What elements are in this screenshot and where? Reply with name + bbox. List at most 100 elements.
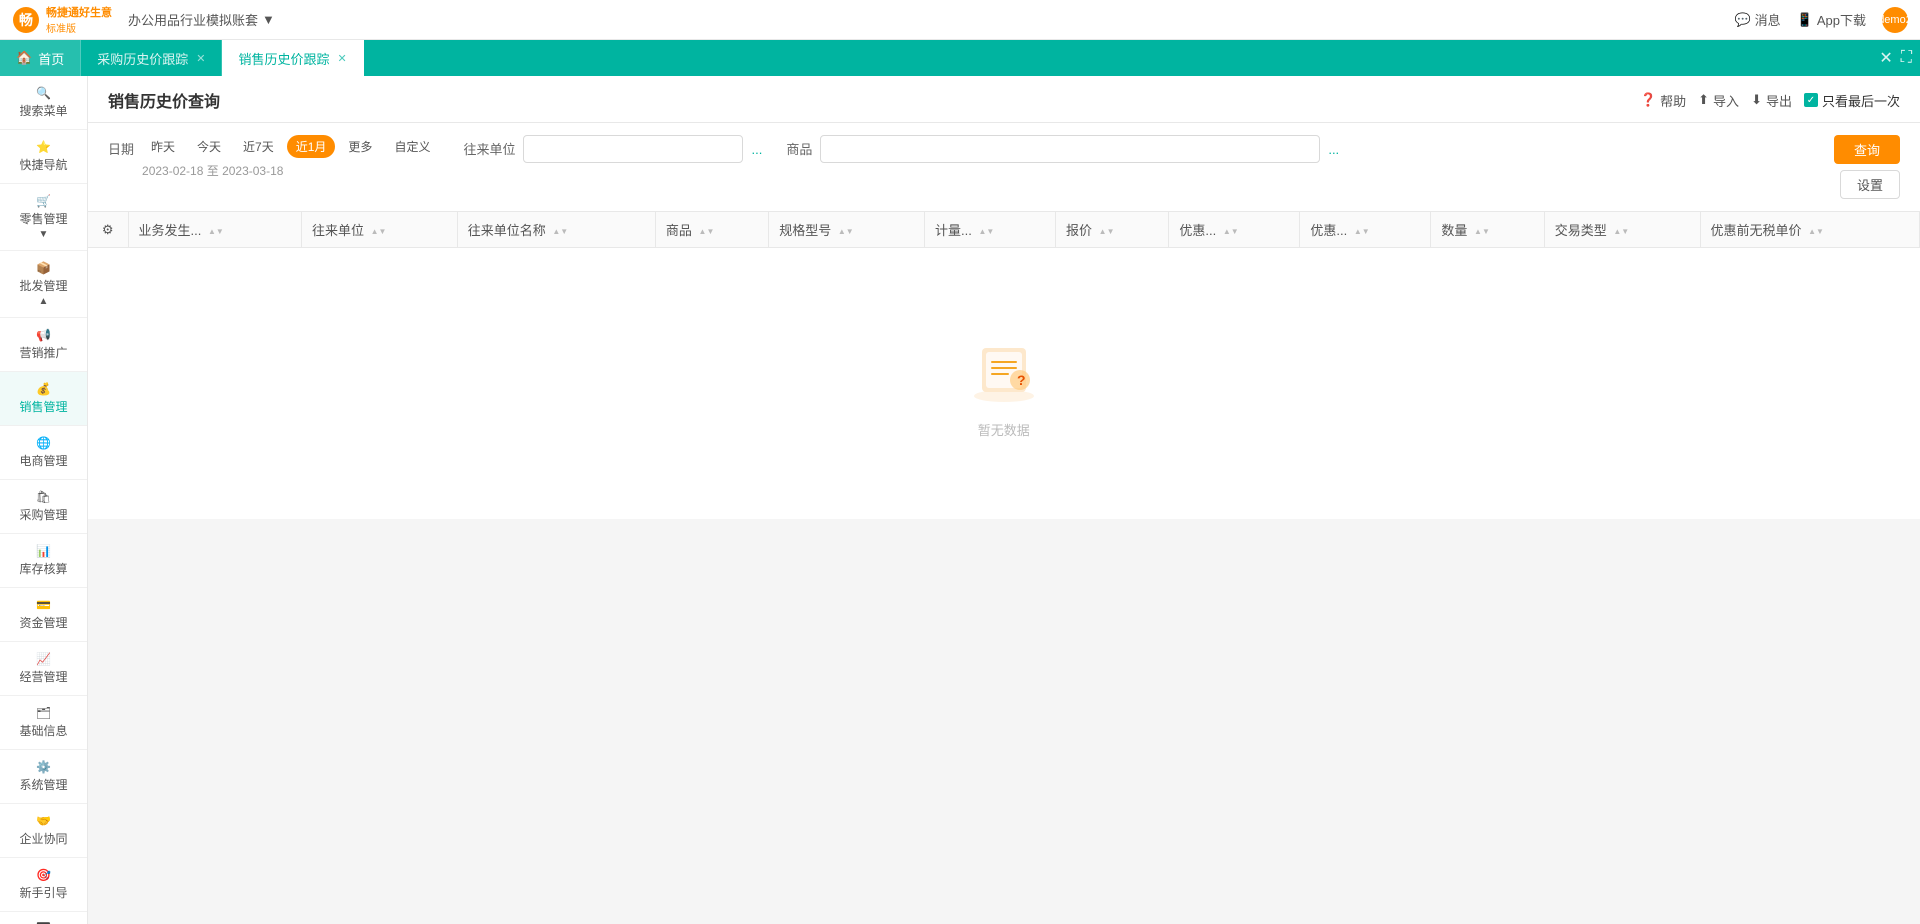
gear-icon[interactable]: ⚙ [102, 222, 114, 237]
sidebar-item-app-center[interactable]: 🔲 应用中心 [0, 912, 87, 924]
app-download-button[interactable]: 📱 App下载 [1797, 10, 1866, 29]
tab-bar-actions: ✕ ⛶ [1879, 48, 1920, 68]
star-icon: ⭐ [36, 140, 51, 154]
sidebar-item-new-guide[interactable]: 🎯 新手引导 [0, 858, 87, 912]
import-button[interactable]: ⬆ 导入 [1698, 91, 1739, 110]
only-last-checkbox[interactable]: ✓ 只看最后一次 [1804, 91, 1900, 110]
tab-home-label: 首页 [38, 49, 64, 68]
empty-state: ? 暂无数据 [88, 248, 1920, 519]
sidebar-item-business-mgmt[interactable]: 📈 经营管理 [0, 642, 87, 696]
col-gear[interactable]: ⚙ [88, 212, 128, 248]
col-discount1[interactable]: 优惠... ▲▼ [1169, 212, 1300, 248]
sidebar-item-sales-mgmt[interactable]: 💰 销售管理 [0, 372, 87, 426]
col-product[interactable]: 商品 ▲▼ [655, 212, 768, 248]
sort-discount1-icon: ▲▼ [1223, 227, 1239, 236]
message-icon: 💬 [1734, 12, 1750, 28]
col-partner-name[interactable]: 往来单位名称 ▲▼ [457, 212, 655, 248]
date-btn-7days[interactable]: 近7天 [234, 135, 283, 158]
org-name: 办公用品行业模拟账套 [128, 10, 258, 29]
purchase-icon: 🛍 [36, 490, 51, 504]
col-spec[interactable]: 规格型号 ▲▼ [769, 212, 925, 248]
partner-ellipsis-button[interactable]: ... [751, 142, 762, 157]
org-selector[interactable]: 办公用品行业模拟账套 ▼ [120, 8, 283, 31]
close-sales-tab-icon[interactable]: ✕ [337, 52, 346, 65]
tab-purchase-history[interactable]: 采购历史价跟踪 ✕ [81, 40, 222, 76]
basic-icon: 🗂 [36, 706, 51, 720]
date-btn-more[interactable]: 更多 [339, 135, 381, 158]
svg-text:?: ? [1017, 372, 1026, 388]
product-filter-label: 商品 [786, 135, 812, 158]
home-icon: 🏠 [16, 50, 32, 66]
chevron-down-icon: ▼ [262, 12, 275, 27]
table-container: ⚙ 业务发生... ▲▼ 往来单位 ▲▼ 往来单位名称 ▲▼ [88, 212, 1920, 519]
main-layout: 🔍 搜索菜单 ⭐ 快捷导航 🛒 零售管理 ▼ 📦 批发管理 ▲ 📢 营销推广 💰… [0, 76, 1920, 924]
product-ellipsis-button[interactable]: ... [1328, 142, 1339, 157]
wholesale-icon: 📦 [36, 261, 51, 275]
sort-unit-icon: ▲▼ [978, 227, 994, 236]
sidebar: 🔍 搜索菜单 ⭐ 快捷导航 🛒 零售管理 ▼ 📦 批发管理 ▲ 📢 营销推广 💰… [0, 76, 88, 924]
tab-bar: 🏠 首页 采购历史价跟踪 ✕ 销售历史价跟踪 ✕ ✕ ⛶ [0, 40, 1920, 76]
sort-trade-type-icon: ▲▼ [1613, 227, 1629, 236]
date-filter-group: 日期 昨天 今天 近7天 近1月 更多 自定义 2023-02-18 至 202… [108, 135, 439, 179]
export-icon: ⬇ [1751, 92, 1762, 108]
product-input[interactable] [820, 135, 1320, 163]
product-filter-group: 商品 ... [786, 135, 1339, 163]
sort-partner-code-icon: ▲▼ [371, 227, 387, 236]
col-discount2[interactable]: 优惠... ▲▼ [1300, 212, 1431, 248]
empty-text: 暂无数据 [978, 420, 1030, 439]
sidebar-item-quick-nav[interactable]: ⭐ 快捷导航 [0, 130, 87, 184]
col-quantity[interactable]: 数量 ▲▼ [1431, 212, 1544, 248]
export-button[interactable]: ⬇ 导出 [1751, 91, 1792, 110]
top-bar: 畅 畅捷通好生意 标准版 办公用品行业模拟账套 ▼ 💬 消息 📱 App下载 d… [0, 0, 1920, 40]
col-pre-tax-price[interactable]: 优惠前无税单价 ▲▼ [1700, 212, 1920, 248]
col-trade-type[interactable]: 交易类型 ▲▼ [1544, 212, 1700, 248]
partner-filter-group: 往来单位 ... [463, 135, 762, 163]
col-quote-price[interactable]: 报价 ▲▼ [1056, 212, 1169, 248]
sidebar-item-finance-mgmt[interactable]: 💳 资金管理 [0, 588, 87, 642]
sidebar-item-inventory[interactable]: 📊 库存核算 [0, 534, 87, 588]
sidebar-item-basic-info[interactable]: 🗂 基础信息 [0, 696, 87, 750]
sidebar-item-ecommerce-mgmt[interactable]: 🌐 电商管理 [0, 426, 87, 480]
close-purchase-tab-icon[interactable]: ✕ [196, 52, 205, 65]
sidebar-item-retail-mgmt[interactable]: 🛒 零售管理 ▼ [0, 184, 87, 251]
tab-sales-history[interactable]: 销售历史价跟踪 ✕ [222, 40, 363, 76]
page-title: 销售历史价查询 [108, 88, 220, 112]
empty-illustration: ? [964, 328, 1044, 408]
date-btn-1month[interactable]: 近1月 [287, 135, 336, 158]
business-icon: 📈 [36, 652, 51, 666]
collab-icon: 🤝 [36, 814, 51, 828]
sidebar-item-search-menu[interactable]: 🔍 搜索菜单 [0, 76, 87, 130]
date-btn-yesterday[interactable]: 昨天 [142, 135, 184, 158]
tab-home[interactable]: 🏠 首页 [0, 40, 81, 76]
sidebar-item-purchase-mgmt[interactable]: 🛍 采购管理 [0, 480, 87, 534]
content-area: 销售历史价查询 ❓ 帮助 ⬆ 导入 ⬇ 导出 ✓ [88, 76, 1920, 924]
page-header: 销售历史价查询 ❓ 帮助 ⬆ 导入 ⬇ 导出 ✓ [88, 76, 1920, 123]
table-body: ? 暂无数据 [88, 248, 1920, 520]
logo-text: 畅捷通好生意 标准版 [46, 4, 112, 35]
page-title-row: 销售历史价查询 ❓ 帮助 ⬆ 导入 ⬇ 导出 ✓ [108, 88, 1900, 112]
tab-purchase-label: 采购历史价跟踪 [97, 49, 188, 68]
col-unit[interactable]: 计量... ▲▼ [925, 212, 1056, 248]
maximize-icon[interactable]: ⛶ [1901, 49, 1912, 67]
settings-button[interactable]: 设置 [1840, 170, 1900, 199]
ecommerce-icon: 🌐 [36, 436, 51, 450]
help-button[interactable]: ❓ 帮助 [1640, 91, 1686, 110]
col-partner-code[interactable]: 往来单位 ▲▼ [301, 212, 457, 248]
sidebar-item-system-mgmt[interactable]: ⚙️ 系统管理 [0, 750, 87, 804]
sidebar-item-wholesale-mgmt[interactable]: 📦 批发管理 ▲ [0, 251, 87, 318]
date-btn-today[interactable]: 今天 [188, 135, 230, 158]
logo-area: 畅 畅捷通好生意 标准版 [12, 4, 112, 35]
messages-button[interactable]: 💬 消息 [1734, 10, 1780, 29]
sidebar-item-enterprise-collab[interactable]: 🤝 企业协同 [0, 804, 87, 858]
sidebar-item-marketing[interactable]: 📢 营销推广 [0, 318, 87, 372]
marketing-icon: 📢 [36, 328, 51, 342]
sort-discount2-icon: ▲▼ [1354, 227, 1370, 236]
query-button[interactable]: 查询 [1834, 135, 1900, 164]
partner-input-group: ... [523, 135, 762, 163]
partner-input[interactable] [523, 135, 743, 163]
user-profile[interactable]: demo2 [1882, 7, 1908, 33]
col-biz-date[interactable]: 业务发生... ▲▼ [128, 212, 301, 248]
svg-text:畅: 畅 [19, 12, 33, 28]
close-all-tabs-icon[interactable]: ✕ [1879, 48, 1892, 68]
date-btn-custom[interactable]: 自定义 [385, 135, 439, 158]
